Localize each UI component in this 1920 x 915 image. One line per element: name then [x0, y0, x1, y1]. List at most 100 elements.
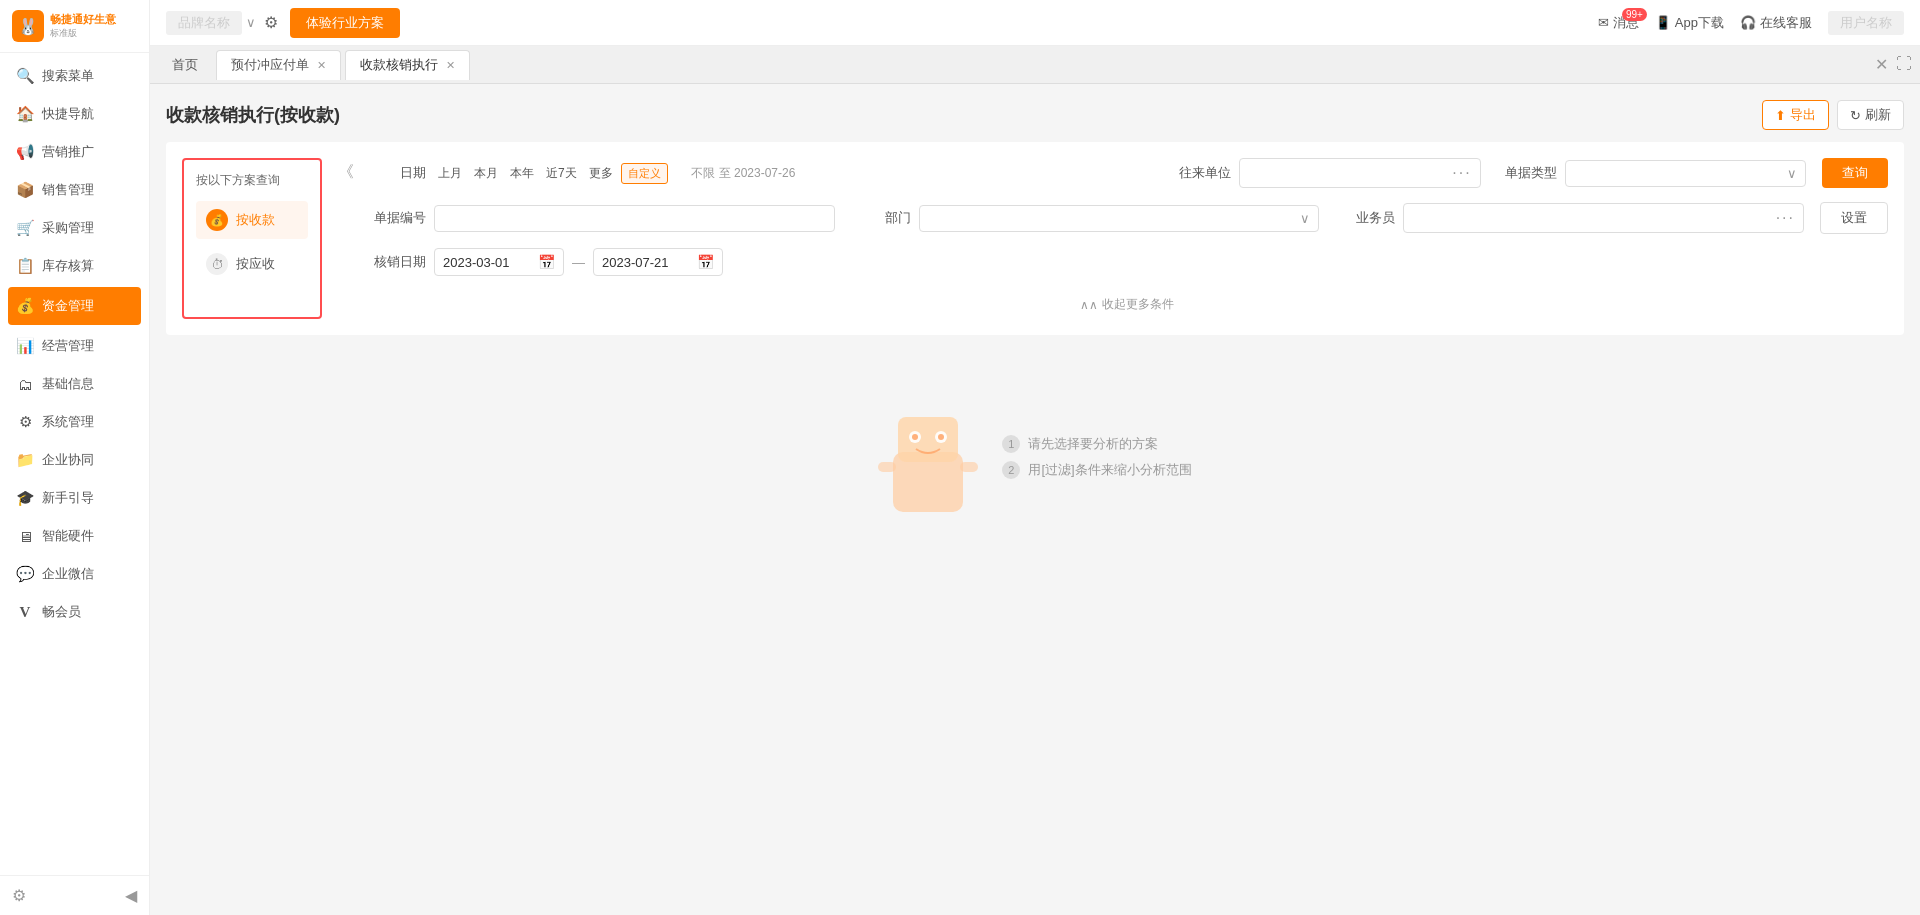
page-actions: ⬆ 导出 ↻ 刷新 [1762, 100, 1904, 130]
sidebar-item-collab[interactable]: 📁 企业协同 [0, 441, 149, 479]
filter-row-3: 核销日期 2023-03-01 📅 — 2023-07-21 📅 [366, 248, 1888, 276]
collapse-more-btn[interactable]: ∧∧ 收起更多条件 [366, 290, 1888, 319]
content-area: 收款核销执行(按收款) ⬆ 导出 ↻ 刷新 按以下方案查询 💰 按收款 [150, 84, 1920, 915]
sidebar-item-search[interactable]: 🔍 搜索菜单 [0, 57, 149, 95]
tabbar-actions: ✕ ⛶ [1875, 55, 1912, 74]
verify-date-filter-item: 核销日期 2023-03-01 📅 — 2023-07-21 📅 [366, 248, 1888, 276]
collapse-sidebar-icon[interactable]: ◀ [125, 886, 137, 905]
sidebar-item-quicknav[interactable]: 🏠 快捷导航 [0, 95, 149, 133]
sidebar-item-system[interactable]: ⚙ 系统管理 [0, 403, 149, 441]
tab-close-prepay[interactable]: ✕ [317, 59, 326, 72]
date-shortcuts: 上月 本月 本年 近7天 更多 自定义 [434, 163, 668, 184]
marketing-icon: 📢 [16, 143, 34, 161]
topbar-brand: 品牌名称 [166, 11, 242, 35]
shortcut-this-month[interactable]: 本月 [470, 163, 502, 184]
sidebar-nav: 🔍 搜索菜单 🏠 快捷导航 📢 营销推广 📦 销售管理 🛒 采购管理 📋 库存核… [0, 53, 149, 875]
docno-input[interactable] [434, 205, 835, 232]
topbar: 品牌名称 ∨ ⚙ 体验行业方案 ✉ 消息 99+ 📱 App下载 🎧 在线客服 … [150, 0, 1920, 46]
tab-home[interactable]: 首页 [158, 50, 212, 80]
app-download-button[interactable]: 📱 App下载 [1655, 14, 1724, 32]
hardware-icon: 🖥 [16, 528, 34, 545]
message-icon: ✉ [1598, 15, 1609, 30]
tabbar-close-icon[interactable]: ✕ [1875, 55, 1888, 74]
counterparty-filter-item: 往来单位 ··· [1171, 158, 1480, 188]
filter-panel: 按以下方案查询 💰 按收款 ⏱ 按应收 《 日期 [166, 142, 1904, 335]
sidebar-item-member[interactable]: V 畅会员 [0, 593, 149, 631]
dept-label: 部门 [851, 209, 911, 227]
topbar-gear-icon[interactable]: ⚙ [264, 13, 278, 32]
main-area: 品牌名称 ∨ ⚙ 体验行业方案 ✉ 消息 99+ 📱 App下载 🎧 在线客服 … [150, 0, 1920, 915]
sidebar-item-sales[interactable]: 📦 销售管理 [0, 171, 149, 209]
counterparty-select[interactable]: ··· [1239, 158, 1480, 188]
export-icon: ⬆ [1775, 108, 1786, 123]
verify-date-label: 核销日期 [366, 253, 426, 271]
doctype-label: 单据类型 [1497, 164, 1557, 182]
tabbar: 首页 预付冲应付单 ✕ 收款核销执行 ✕ ✕ ⛶ [150, 46, 1920, 84]
refresh-icon: ↻ [1850, 108, 1861, 123]
purchase-icon: 🛒 [16, 219, 34, 237]
operation-icon: 📊 [16, 337, 34, 355]
sidebar-item-basic[interactable]: 🗂 基础信息 [0, 365, 149, 403]
member-icon: V [16, 604, 34, 621]
filter-option-by-collection[interactable]: 💰 按收款 [196, 201, 308, 239]
sidebar-item-marketing[interactable]: 📢 营销推广 [0, 133, 149, 171]
svg-rect-1 [898, 417, 958, 462]
sidebar-item-guide[interactable]: 🎓 新手引导 [0, 479, 149, 517]
sidebar: 🐰 畅捷通好生意 标准版 🔍 搜索菜单 🏠 快捷导航 📢 营销推广 📦 销售管理… [0, 0, 150, 915]
empty-step-2: 2 用[过滤]条件来缩小分析范围 [1002, 461, 1191, 479]
staff-dots-icon: ··· [1776, 209, 1795, 227]
dept-select[interactable]: ∨ [919, 205, 1320, 232]
sidebar-logo: 🐰 畅捷通好生意 标准版 [0, 0, 149, 53]
collapse-filter-icon[interactable]: 《 [338, 162, 354, 183]
export-button[interactable]: ⬆ 导出 [1762, 100, 1829, 130]
finance-icon: 💰 [16, 297, 34, 315]
docno-filter-item: 单据编号 [366, 205, 835, 232]
sidebar-item-hardware[interactable]: 🖥 智能硬件 [0, 517, 149, 555]
guide-icon: 🎓 [16, 489, 34, 507]
tabbar-expand-icon[interactable]: ⛶ [1896, 55, 1912, 74]
filter-option-by-receivable[interactable]: ⏱ 按应收 [196, 245, 308, 283]
staff-label: 业务员 [1335, 209, 1395, 227]
settings-icon[interactable]: ⚙ [12, 886, 26, 905]
tab-close-collection[interactable]: ✕ [446, 59, 455, 72]
date-filter-item: 日期 上月 本月 本年 近7天 更多 自定义 [366, 163, 675, 184]
shortcut-custom[interactable]: 自定义 [621, 163, 668, 184]
shortcut-7days[interactable]: 近7天 [542, 163, 581, 184]
staff-select[interactable]: ··· [1403, 203, 1804, 233]
step-num-1: 1 [1002, 435, 1020, 453]
system-icon: ⚙ [16, 413, 34, 431]
filter-option-panel: 按以下方案查询 💰 按收款 ⏱ 按应收 [182, 158, 322, 319]
svg-point-4 [912, 434, 918, 440]
query-button[interactable]: 查询 [1822, 158, 1888, 188]
chevron-down-icon[interactable]: ∨ [246, 15, 256, 30]
message-button[interactable]: ✉ 消息 99+ [1598, 14, 1639, 32]
page-title: 收款核销执行(按收款) [166, 103, 340, 127]
tab-collection[interactable]: 收款核销执行 ✕ [345, 50, 470, 80]
logo-icon: 🐰 [12, 10, 44, 42]
search-nav-icon: 🔍 [16, 67, 34, 85]
user-avatar: 用户名称 [1828, 11, 1904, 35]
shortcut-more[interactable]: 更多 [585, 163, 617, 184]
tab-prepay[interactable]: 预付冲应付单 ✕ [216, 50, 341, 80]
sidebar-item-finance[interactable]: 💰 资金管理 [8, 287, 141, 325]
empty-state: 1 请先选择要分析的方案 2 用[过滤]条件来缩小分析范围 [166, 347, 1904, 567]
verify-date-end-input[interactable]: 2023-07-21 📅 [593, 248, 723, 276]
settings-button[interactable]: 设置 [1820, 202, 1888, 234]
shortcut-this-year[interactable]: 本年 [506, 163, 538, 184]
empty-text: 1 请先选择要分析的方案 2 用[过滤]条件来缩小分析范围 [1002, 435, 1191, 479]
wechat-icon: 💬 [16, 565, 34, 583]
sidebar-item-operation[interactable]: 📊 经营管理 [0, 327, 149, 365]
sidebar-item-inventory[interactable]: 📋 库存核算 [0, 247, 149, 285]
calendar-end-icon: 📅 [697, 254, 714, 270]
shortcut-last-month[interactable]: 上月 [434, 163, 466, 184]
online-service-button[interactable]: 🎧 在线客服 [1740, 14, 1812, 32]
empty-robot-svg [878, 407, 978, 517]
basic-icon: 🗂 [16, 376, 34, 393]
sidebar-item-wechat[interactable]: 💬 企业微信 [0, 555, 149, 593]
solution-button[interactable]: 体验行业方案 [290, 8, 400, 38]
verify-date-start-input[interactable]: 2023-03-01 📅 [434, 248, 564, 276]
sidebar-item-purchase[interactable]: 🛒 采购管理 [0, 209, 149, 247]
refresh-button[interactable]: ↻ 刷新 [1837, 100, 1904, 130]
doctype-select[interactable]: ∨ [1565, 160, 1806, 187]
collection-option-icon: 💰 [206, 209, 228, 231]
